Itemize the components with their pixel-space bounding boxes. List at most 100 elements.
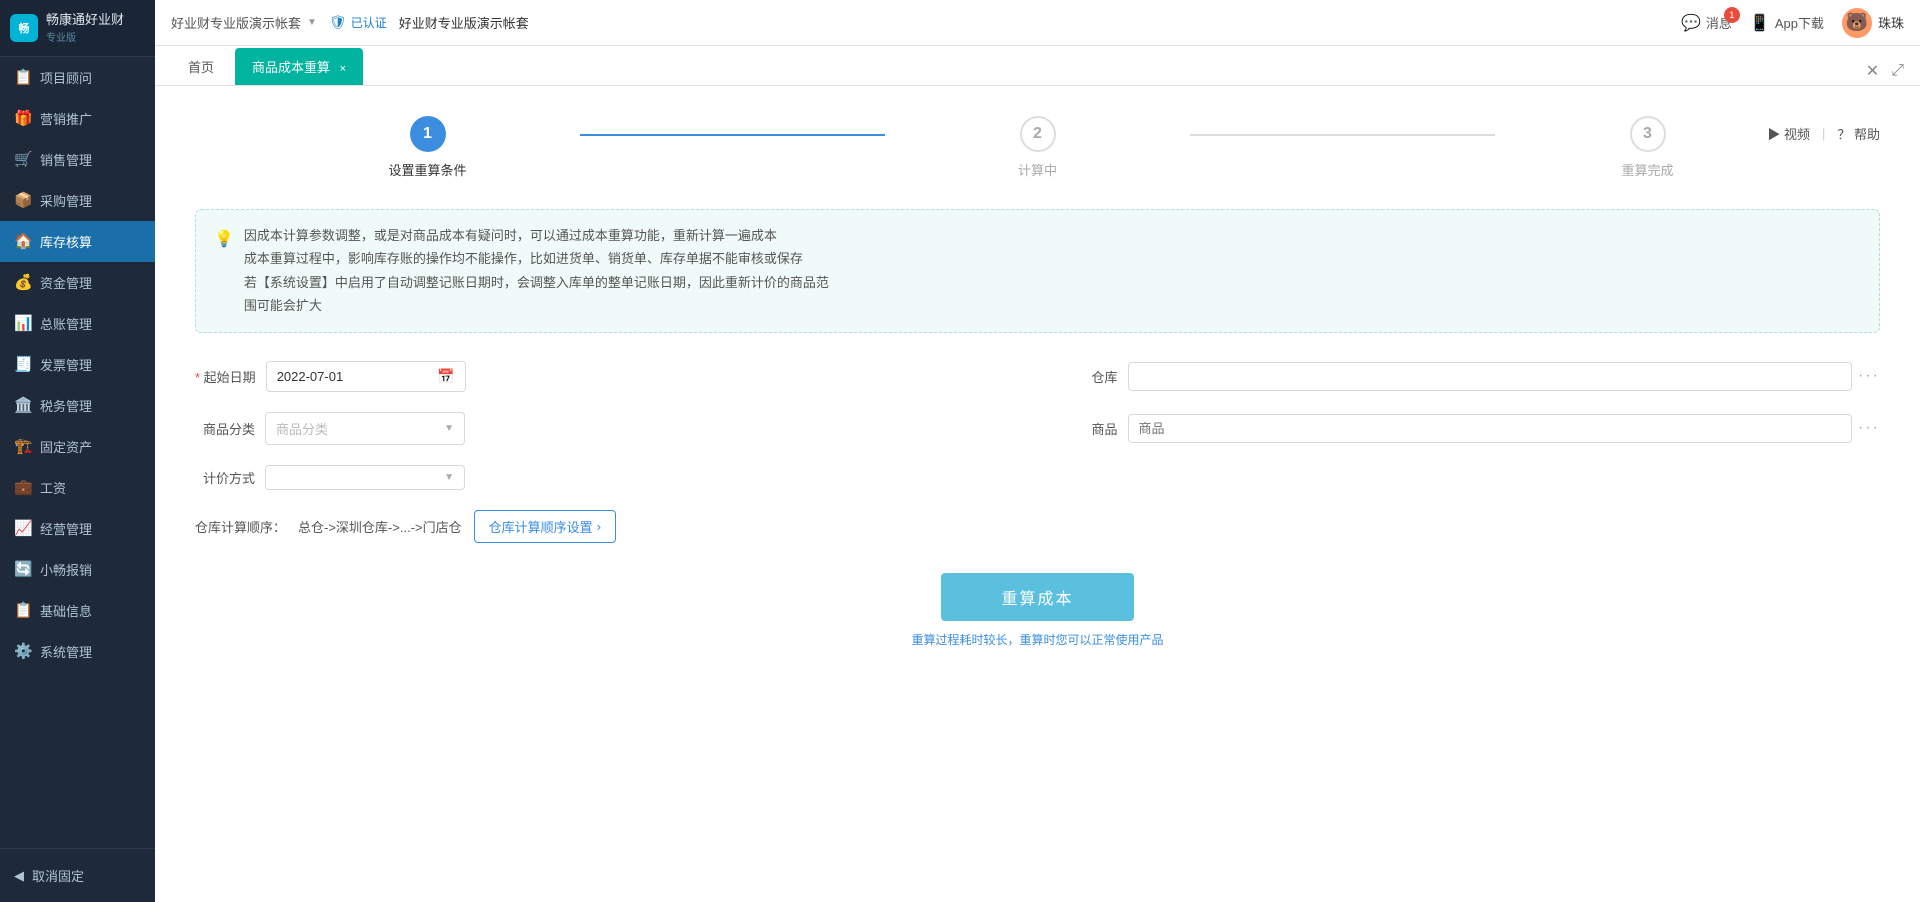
- start-date-input[interactable]: [277, 369, 434, 384]
- tab-close-button[interactable]: ×: [340, 63, 346, 75]
- step-2-label: 计算中: [1018, 160, 1057, 179]
- goods-label: 商品: [1058, 419, 1118, 438]
- sidebar-item-label: 资金管理: [40, 273, 92, 292]
- tab-home-label: 首页: [188, 60, 214, 75]
- user-name: 珠珠: [1878, 13, 1904, 32]
- step-3-circle: 3: [1630, 116, 1666, 152]
- form-row-3: 计价方式 ▼: [195, 465, 1880, 490]
- sidebar-item-sales[interactable]: 🛒 销售管理: [0, 139, 155, 180]
- tab-cost-recalc[interactable]: 商品成本重算 ×: [235, 48, 363, 85]
- sidebar-item-purchase[interactable]: 📦 采购管理: [0, 180, 155, 221]
- account-name: 好业财专业版演示帐套: [171, 13, 301, 32]
- start-date-label: 起始日期: [195, 367, 256, 386]
- pricing-dropdown-arrow: ▼: [444, 472, 454, 483]
- video-link[interactable]: ▶ 视频: [1767, 124, 1810, 143]
- goods-input[interactable]: [1139, 421, 1842, 436]
- sidebar-item-marketing[interactable]: 🎁 营销推广: [0, 98, 155, 139]
- message-icon: 💬: [1681, 13, 1701, 33]
- warehouse-label: 仓库: [1058, 367, 1118, 386]
- step-line-1: [580, 134, 885, 136]
- account-dropdown-arrow: ▼: [307, 17, 317, 28]
- sidebar-item-expense[interactable]: 🔄 小畅报销: [0, 549, 155, 590]
- account-selector[interactable]: 好业财专业版演示帐套 ▼: [171, 13, 317, 32]
- sidebar-item-project[interactable]: 📋 项目顾问: [0, 57, 155, 98]
- sidebar-item-system[interactable]: ⚙️ 系统管理: [0, 631, 155, 672]
- calendar-icon[interactable]: 📅: [437, 368, 454, 385]
- recalc-btn-label: 重算成本: [1001, 591, 1073, 608]
- notification-badge: 1: [1724, 7, 1740, 23]
- close-window-button[interactable]: ✕: [1866, 61, 1879, 81]
- step-2: 2 计算中: [885, 116, 1190, 179]
- sidebar-item-basic[interactable]: 📋 基础信息: [0, 590, 155, 631]
- sidebar-item-label: 工资: [40, 478, 66, 497]
- info-line-2: 成本重算过程中，影响库存账的操作均不能操作，比如进货单、销货单、库存单据不能审核…: [244, 247, 829, 270]
- sales-icon: 🛒: [14, 150, 32, 168]
- inventory-icon: 🏠: [14, 232, 32, 250]
- sidebar-item-label: 销售管理: [40, 150, 92, 169]
- tabs-bar: 首页 商品成本重算 × ✕ ⤢: [155, 46, 1920, 86]
- chevron-right-icon: ›: [597, 519, 601, 534]
- assets-icon: 🏗️: [14, 437, 32, 455]
- pricing-select[interactable]: ▼: [265, 465, 465, 490]
- goods-field: 商品 ···: [1058, 414, 1881, 443]
- basic-icon: 📋: [14, 601, 32, 619]
- warehouse-field: 仓库 ···: [1058, 362, 1881, 391]
- app-download-label: App下载: [1775, 13, 1824, 32]
- help-link[interactable]: ？ 帮助: [1837, 124, 1880, 143]
- category-field: 商品分类 商品分类 ▼: [195, 412, 1018, 445]
- topbar-right: 💬 消息 1 📱 App下载 🐻 珠珠: [1681, 8, 1904, 38]
- sidebar-item-label: 基础信息: [40, 601, 92, 620]
- operations-icon: 📈: [14, 519, 32, 537]
- info-line-4: 围可能会扩大: [244, 294, 829, 317]
- recalc-note: 重算过程耗时较长，重算时您可以正常使用产品: [911, 631, 1163, 648]
- accounting-icon: 📊: [14, 314, 32, 332]
- info-text: 因成本计算参数调整，或是对商品成本有疑问时，可以通过成本重算功能，重新计算一遍成…: [244, 224, 829, 318]
- tax-icon: 🏛️: [14, 396, 32, 414]
- category-dropdown-arrow: ▼: [444, 423, 454, 434]
- sidebar-item-assets[interactable]: 🏗️ 固定资产: [0, 426, 155, 467]
- invoice-icon: 🧾: [14, 355, 32, 373]
- sidebar-item-label: 税务管理: [40, 396, 92, 415]
- cancel-pin-button[interactable]: ◀ 取消固定: [0, 857, 155, 894]
- app-download-button[interactable]: 📱 App下载: [1750, 13, 1824, 33]
- account-full-name: 好业财专业版演示帐套: [399, 13, 529, 32]
- sidebar-item-finance[interactable]: 💰 资金管理: [0, 262, 155, 303]
- sidebar-item-accounting[interactable]: 📊 总账管理: [0, 303, 155, 344]
- sidebar-item-invoice[interactable]: 🧾 发票管理: [0, 344, 155, 385]
- warehouse-input-wrapper[interactable]: [1128, 362, 1853, 391]
- app-logo-icon: 畅: [10, 14, 38, 42]
- warehouse-order-value: 总仓->深圳仓库->...->门店仓: [298, 517, 462, 536]
- goods-input-wrapper[interactable]: [1128, 414, 1853, 443]
- sidebar-item-inventory[interactable]: 🏠 库存核算: [0, 221, 155, 262]
- goods-more-button[interactable]: ···: [1858, 419, 1880, 437]
- warehouse-more-button[interactable]: ···: [1858, 367, 1880, 385]
- start-date-input-wrapper[interactable]: 📅: [266, 361, 466, 392]
- sidebar-item-operations[interactable]: 📈 经营管理: [0, 508, 155, 549]
- finance-icon: 💰: [14, 273, 32, 291]
- warehouse-order-settings-button[interactable]: 仓库计算顺序设置 ›: [474, 510, 616, 543]
- user-profile[interactable]: 🐻 珠珠: [1842, 8, 1904, 38]
- sidebar-item-tax[interactable]: 🏛️ 税务管理: [0, 385, 155, 426]
- maximize-window-button[interactable]: ⤢: [1891, 62, 1904, 80]
- sidebar-item-payroll[interactable]: 💼 工资: [0, 467, 155, 508]
- step-3-number: 3: [1643, 125, 1652, 143]
- content-area: 1 设置重算条件 2 计算中 3 重算完成 ▶ 视: [155, 86, 1920, 902]
- info-line-1: 因成本计算参数调整，或是对商品成本有疑问时，可以通过成本重算功能，重新计算一遍成…: [244, 224, 829, 247]
- sidebar-item-label: 项目顾问: [40, 68, 92, 87]
- warehouse-input[interactable]: [1139, 369, 1842, 384]
- expense-icon: 🔄: [14, 560, 32, 578]
- warehouse-order-row: 仓库计算顺序： 总仓->深圳仓库->...->门店仓 仓库计算顺序设置 ›: [195, 510, 1880, 543]
- tab-home[interactable]: 首页: [171, 48, 231, 85]
- help-label: 帮助: [1854, 127, 1880, 142]
- sidebar-item-label: 总账管理: [40, 314, 92, 333]
- info-icon: 💡: [214, 226, 234, 318]
- sidebar-item-label: 经营管理: [40, 519, 92, 538]
- sidebar-item-label: 系统管理: [40, 642, 92, 661]
- message-button[interactable]: 💬 消息 1: [1681, 13, 1732, 33]
- step-3-label: 重算完成: [1621, 160, 1673, 179]
- info-line-3: 若【系统设置】中启用了自动调整记账日期时，会调整入库单的整单记账日期，因此重新计…: [244, 271, 829, 294]
- step-2-circle: 2: [1020, 116, 1056, 152]
- video-label: 视频: [1784, 127, 1810, 142]
- category-select[interactable]: 商品分类 ▼: [265, 412, 465, 445]
- recalc-button[interactable]: 重算成本: [941, 573, 1133, 621]
